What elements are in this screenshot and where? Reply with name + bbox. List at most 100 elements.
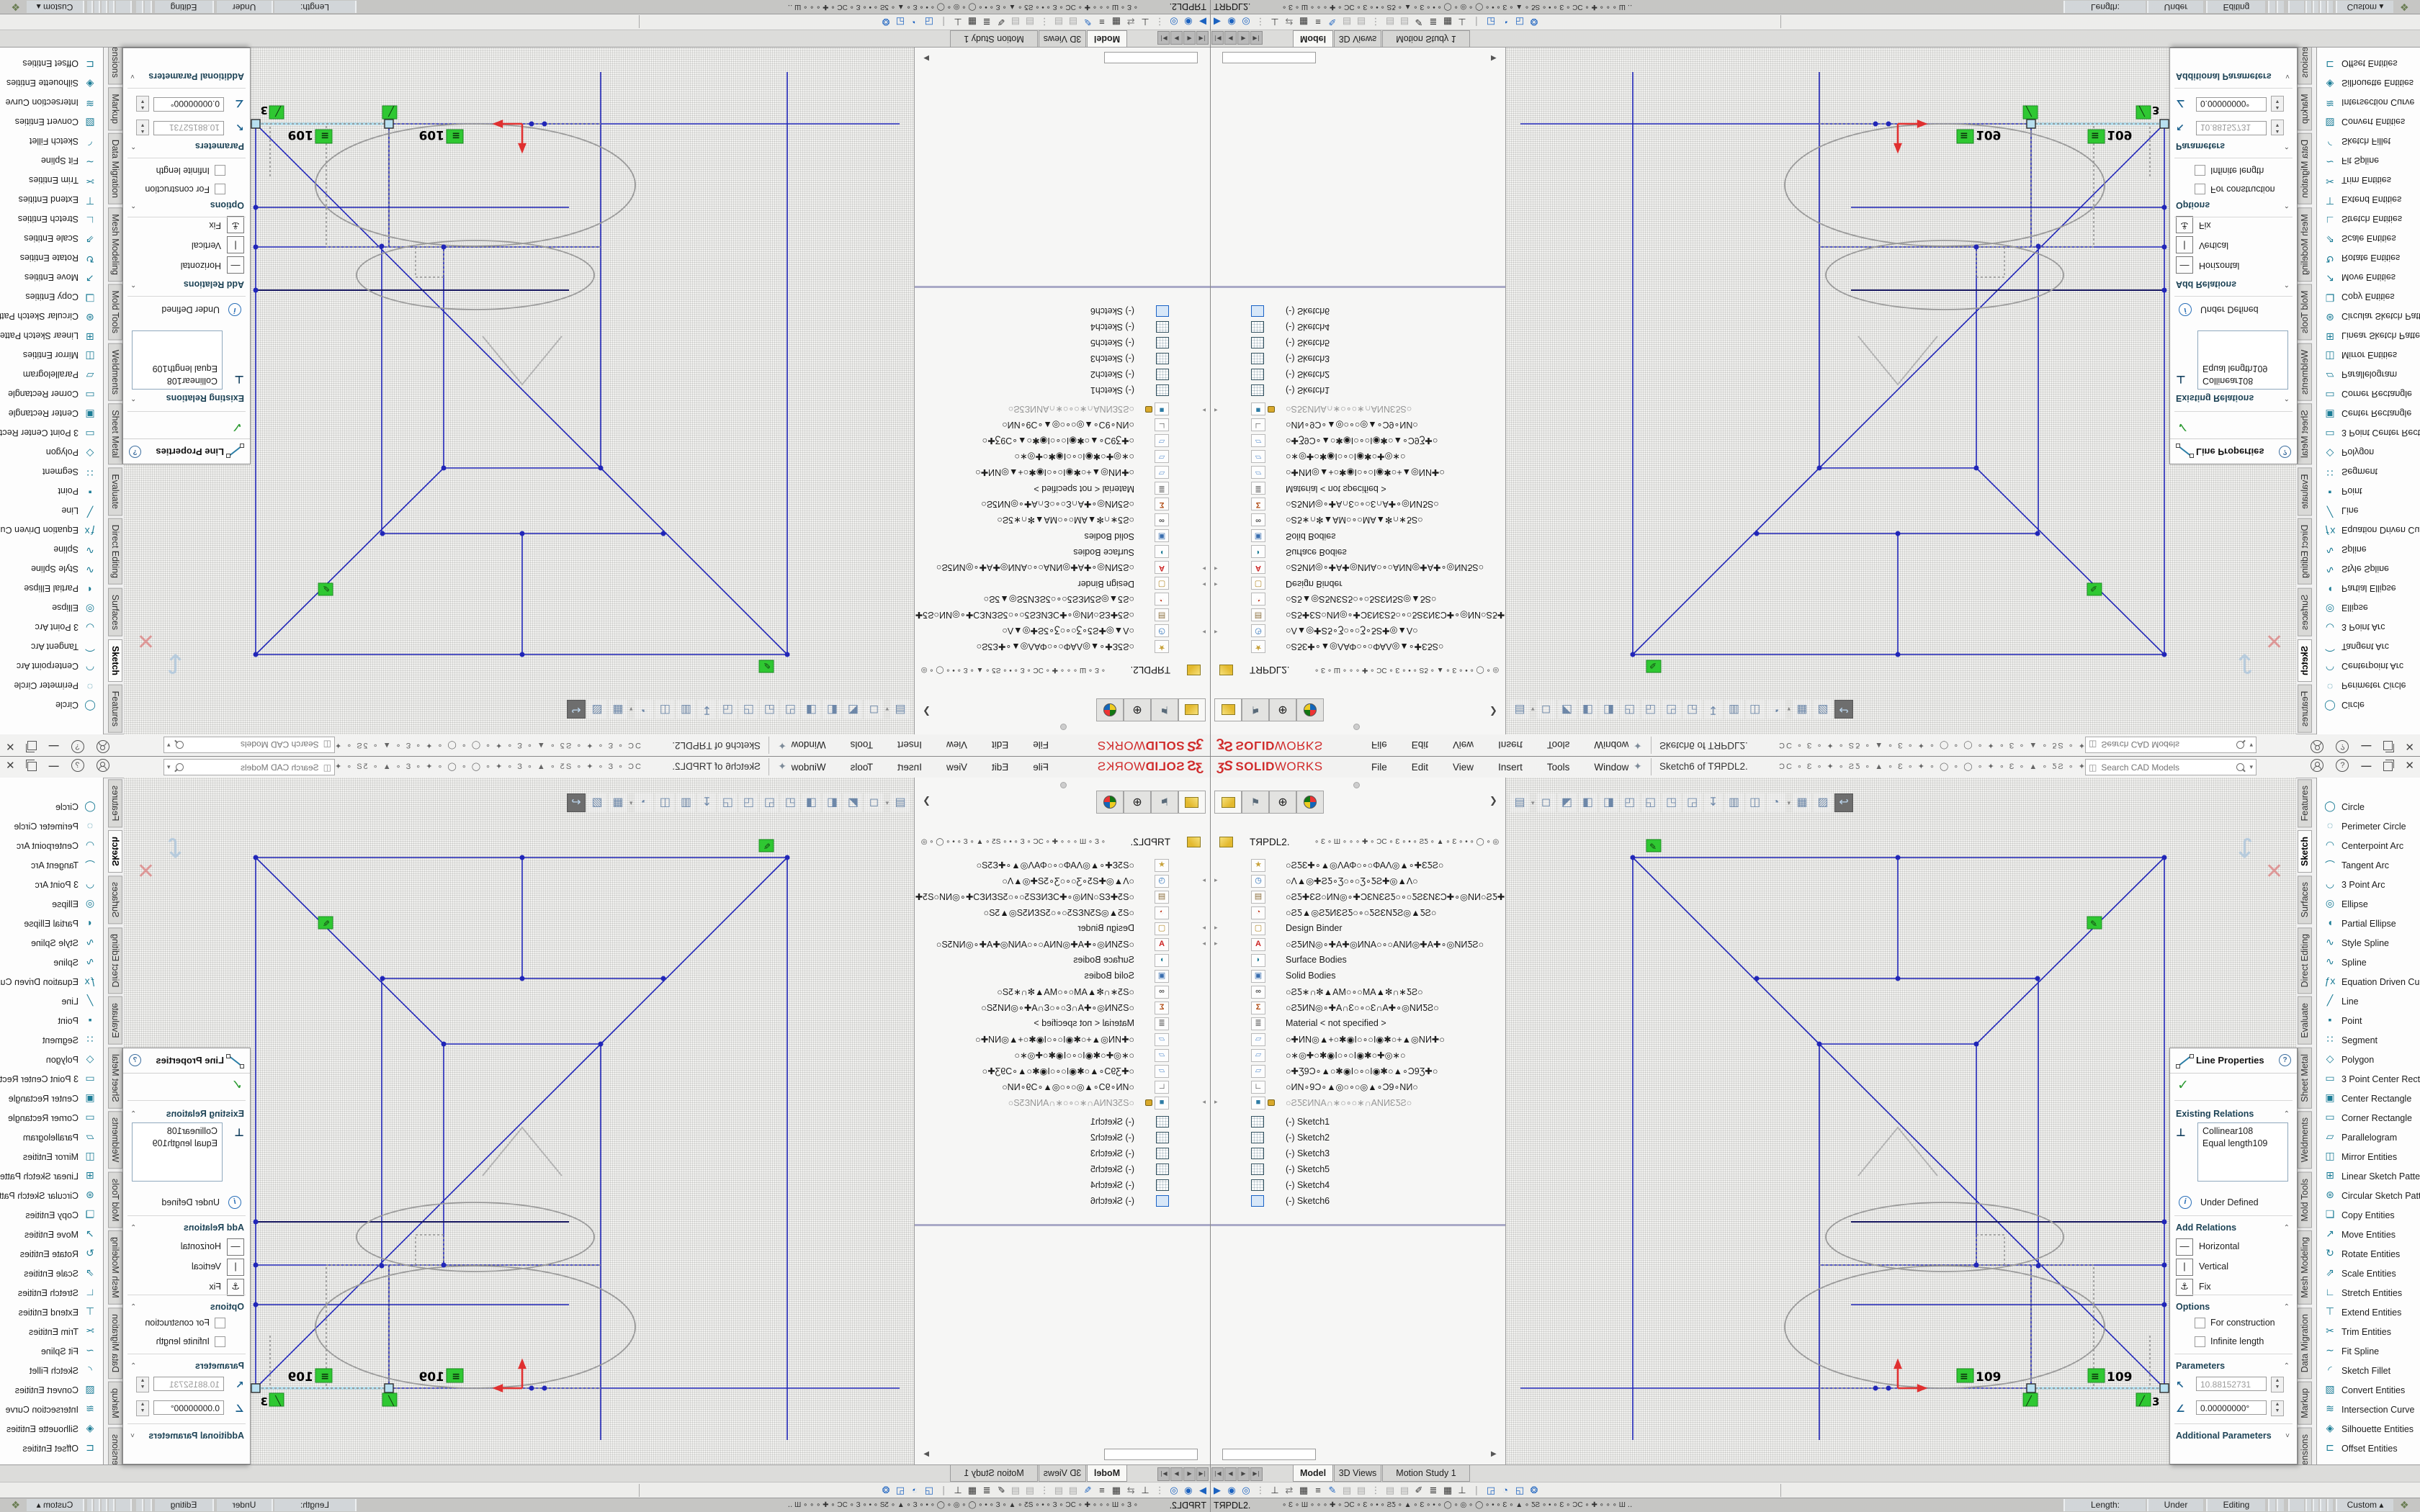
menu-item-view[interactable]: View — [944, 760, 970, 774]
view-tool-icon[interactable]: ◫ — [655, 700, 674, 719]
tree-item[interactable]: ▸■○ƧƼƐИΝΑ∩∗○∘○∗∩ΑΝИƐƼƧ○ — [915, 1095, 1210, 1111]
view-tool-icon[interactable]: ◲ — [1683, 793, 1702, 812]
tree-item-sketch[interactable]: (-) Sketch2 — [915, 1130, 1210, 1146]
bottom-tool-icon[interactable]: ❂ — [1527, 14, 1541, 30]
tree-item-sketch[interactable]: (-) Sketch1 — [1210, 1115, 1505, 1130]
bottom-tool-icon[interactable]: ▤ — [1066, 1482, 1080, 1498]
menu-item-insert[interactable]: Insert — [895, 739, 925, 752]
tree-filter-input[interactable] — [1104, 52, 1198, 63]
expand-arrow-icon[interactable]: ▸ — [1202, 1098, 1206, 1106]
minimize-button[interactable]: — — [49, 758, 59, 773]
view-tool-icon[interactable]: ▾ — [1788, 706, 1791, 714]
menu-item-tools[interactable]: Tools — [848, 739, 877, 752]
cmd-tab-weldments[interactable]: Weldments — [108, 1111, 122, 1169]
restore-button[interactable] — [2383, 741, 2393, 750]
menu-item-centerpoint-arc[interactable]: ◠Centerpoint Arc — [0, 656, 103, 675]
menu-item-scale-entities[interactable]: ⇗Scale Entities — [0, 1264, 103, 1284]
bottom-tool-icon[interactable]: ◉ — [1181, 14, 1196, 30]
additional-parameters-header[interactable]: Additional Parameters — [2176, 1431, 2272, 1441]
view-tool-icon[interactable]: ▥ — [676, 700, 695, 719]
view-tool-icon[interactable]: ▥ — [1725, 793, 1744, 812]
tree-scroll-right-icon[interactable]: ▶ — [923, 1450, 929, 1458]
menu-item-corner-rectangle[interactable]: ▭Corner Rectangle — [0, 384, 103, 403]
menu-item-scale-entities[interactable]: ⇗Scale Entities — [2317, 228, 2420, 248]
menu-item-trim-entities[interactable]: ✂Trim Entities — [0, 170, 103, 189]
view-tool-icon[interactable]: ◨ — [1600, 700, 1618, 719]
view-tool-icon[interactable]: ▾ — [1788, 799, 1791, 807]
tree-item[interactable]: ★○ƧƼƐ✚∘▲◎ΛΑΦ○∘○ΦΑΛ◎▲∘✚ƐƼƧ○ — [1210, 858, 1505, 873]
tree-item[interactable]: ★○ƧƼƐ✚∘▲◎ΛΑΦ○∘○ΦΑΛ◎▲∘✚ƐƼƧ○ — [1210, 639, 1505, 654]
menu-item-circle[interactable]: ◯Circle — [0, 798, 103, 817]
tree-root-row[interactable]: TЯPDL2. ∘ Ɛ ∘ Ш ∘ ∘ ∘ ✚ ∘ ƆC ∘ Ɛ ∘ • ∘ Ƨ… — [1210, 834, 1505, 851]
menu-item-scale-entities[interactable]: ⇗Scale Entities — [0, 228, 103, 248]
angle-spinner[interactable]: ▲▼ — [136, 1400, 149, 1416]
menu-item-ellipse[interactable]: ◎Ellipse — [0, 598, 103, 617]
tree-item[interactable]: ▸◷○Λ▲◎✚ƧƼ∘Ʒ○∘○Ʒ∘ƼƧ✚◎▲Λ○ — [1210, 873, 1505, 889]
account-icon[interactable] — [97, 759, 109, 772]
menu-item-linear-sketch-pattern[interactable]: ⊞Linear Sketch Pattern — [0, 1167, 103, 1187]
bottom-tool-icon[interactable]: ◎ — [1239, 1482, 1253, 1498]
view-tool-icon[interactable]: ▾ — [629, 799, 633, 807]
menu-item-trim-entities[interactable]: ✂Trim Entities — [0, 1323, 103, 1342]
menu-item-spline[interactable]: ∿Spline — [2317, 953, 2420, 973]
tree-splitter[interactable] — [1210, 286, 1505, 288]
menu-item-circular-sketch-pattern[interactable]: ⊛Circular Sketch Pattern — [2317, 1187, 2420, 1206]
menu-item-insert[interactable]: Insert — [1495, 760, 1525, 774]
menu-item-intersection-curve[interactable]: ≋Intersection Curve — [2317, 1400, 2420, 1420]
expand-arrow-icon[interactable]: ▸ — [1202, 940, 1206, 948]
cmd-tab-features[interactable]: Features — [2298, 779, 2312, 827]
chevron-down-icon[interactable]: ˅ — [130, 72, 135, 80]
view-tool-icon[interactable]: ◔ — [635, 700, 653, 719]
view-tool-icon[interactable]: ◻ — [1537, 700, 1556, 719]
pin-icon[interactable]: ✦ — [778, 760, 786, 773]
cmd-tab-direct-editing[interactable]: Direct Editing — [108, 927, 122, 994]
menu-item-fit-spline[interactable]: ∼Fit Spline — [0, 150, 103, 170]
view-tool-icon[interactable]: ◨ — [802, 793, 820, 812]
tree-item[interactable]: ∞○ƧƼ∗∩✻▲ΑΜ○∘○ΜΑ▲✻∩∗ƼƧ○ — [1210, 984, 1505, 1000]
minimize-button[interactable]: — — [2361, 739, 2371, 754]
bottom-tool-icon[interactable]: ▤ — [1052, 14, 1066, 30]
menu-item-parallelogram[interactable]: ▱Parallelogram — [2317, 1128, 2420, 1148]
menu-item-line[interactable]: ╱Line — [0, 500, 103, 520]
panel-collapse-handle[interactable] — [1353, 724, 1360, 730]
expand-arrow-icon[interactable]: ▸ — [1202, 406, 1206, 414]
add-relations-header[interactable]: Add Relations — [2176, 279, 2236, 289]
tree-item[interactable]: ▸▢Design Binder — [1210, 921, 1505, 937]
search-box[interactable]: ◫ ▾ — [163, 737, 335, 753]
cmd-tab-direct-editing[interactable]: Direct Editing — [2298, 927, 2312, 994]
bottom-tool-icon[interactable]: ⊥ — [1138, 1482, 1152, 1498]
tree-item[interactable]: ▸A○ƧƼИΝ◎∘✚Α✚◎ИΝΑ○∘○ΑΝИ◎✚Α✚∘◎ΝИƼƧ○ — [915, 559, 1210, 575]
bottom-tool-icon[interactable]: ▤ — [1052, 1482, 1066, 1498]
menu-item-line[interactable]: ╱Line — [0, 992, 103, 1012]
quick-access-icons[interactable]: ƆC ∘ Ɛ ∘ ✦ ∘ ƧƼ ∘ ▲ ∘ Ɛ ∘ ✦ ∘ ◯ ∘ ◯ ∘ ✦ … — [1779, 741, 2089, 750]
close-button[interactable]: ✕ — [6, 740, 15, 753]
view-tool-icon[interactable]: ◫ — [655, 793, 674, 812]
bottom-tool-icon[interactable]: ▤ — [1008, 1482, 1023, 1498]
tree-item[interactable]: Σ○ƧƼИΝ◎∘✚Α∩Ɛ○∘○Ɛ∩Α✚∘◎ΝИƼƧ○ — [1210, 1000, 1505, 1016]
menu-item-circular-sketch-pattern[interactable]: ⊛Circular Sketch Pattern — [0, 1187, 103, 1206]
menu-item-line[interactable]: ╱Line — [2317, 992, 2420, 1012]
menu-item-copy-entities[interactable]: ❏Copy Entities — [2317, 287, 2420, 306]
chevron-up-icon[interactable]: ⌃ — [2284, 201, 2290, 209]
chevron-up-icon[interactable]: ⌃ — [130, 1362, 136, 1370]
menu-item-extend-entities[interactable]: ⊤Extend Entities — [0, 1303, 103, 1323]
bottom-tool-icon[interactable]: ≡ — [1311, 14, 1325, 30]
tree-item-sketch[interactable]: (-) Sketch3 — [1210, 1146, 1505, 1162]
close-button[interactable]: ✕ — [2405, 759, 2414, 772]
menu-item-extend-entities[interactable]: ⊤Extend Entities — [2317, 189, 2420, 209]
bottom-tool-icon[interactable]: ▦ — [1440, 14, 1455, 30]
bottom-tool-icon[interactable]: ∣ — [936, 1482, 951, 1498]
menu-item-tangent-arc[interactable]: ⌒Tangent Arc — [2317, 636, 2420, 656]
bottom-tool-icon[interactable]: ⊥ — [1138, 14, 1152, 30]
status-units[interactable]: Custom ▴ — [2336, 1499, 2393, 1511]
tab-propertymanager[interactable]: ⚑ — [1151, 698, 1178, 721]
menu-item-segment[interactable]: ∷Segment — [0, 1031, 103, 1050]
expand-arrow-icon[interactable]: ▸ — [1202, 876, 1206, 884]
relation-entry[interactable]: Equal length109 — [133, 1138, 218, 1150]
tree-item[interactable]: ▸◷○Λ▲◎✚ƧƼ∘Ʒ○∘○Ʒ∘ƼƧ✚◎▲Λ○ — [915, 623, 1210, 639]
tab-scroll-icon[interactable]: ◀ — [1183, 31, 1196, 45]
cancel-sketch-icon[interactable]: ✕ — [137, 859, 155, 884]
menu-item-trim-entities[interactable]: ✂Trim Entities — [2317, 1323, 2420, 1342]
panel-collapse-handle[interactable] — [1060, 724, 1067, 730]
panel-collapse-handle[interactable] — [1060, 782, 1067, 788]
